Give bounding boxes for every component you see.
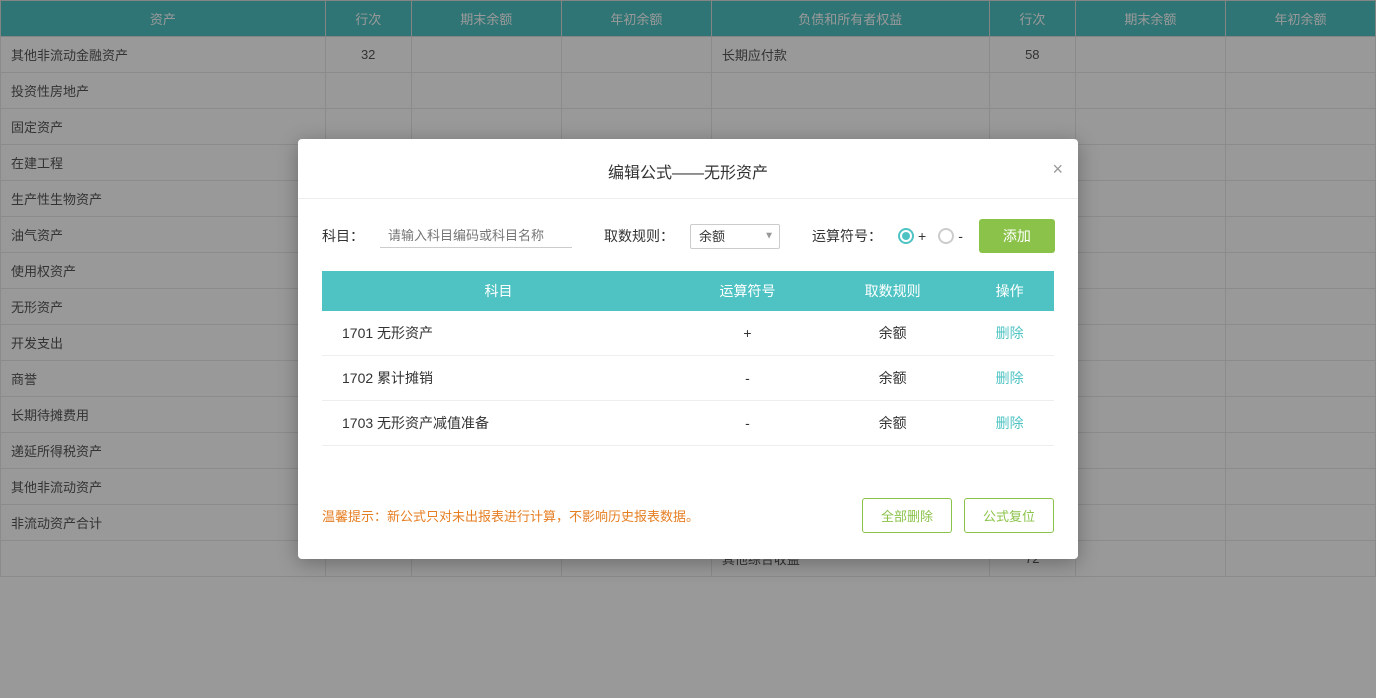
modal-body: 科目： 取数规则： 余额借方贷方借方发生额贷方发生额 ▼ 运算符号： + [298, 199, 1078, 482]
th-operator: 运算符号 [675, 271, 820, 311]
radio-plus-circle [898, 228, 914, 244]
table-row: 1703 无形资产减值准备-余额删除 [322, 401, 1054, 446]
edit-formula-modal: 编辑公式——无形资产 × 科目： 取数规则： 余额借方贷方借方发生额贷方发生额 … [298, 139, 1078, 559]
delete-link[interactable]: 删除 [996, 370, 1024, 386]
modal-overlay: 编辑公式——无形资产 × 科目： 取数规则： 余额借方贷方借方发生额贷方发生额 … [0, 0, 1376, 698]
operator-label: 运算符号： [812, 226, 882, 246]
operator-radio-group: + - [898, 228, 963, 244]
subject-label: 科目： [322, 226, 364, 246]
formula-table-head: 科目 运算符号 取数规则 操作 [322, 271, 1054, 311]
formula-table: 科目 运算符号 取数规则 操作 1701 无形资产+余额删除1702 累计摊销-… [322, 271, 1054, 446]
rule-select[interactable]: 余额借方贷方借方发生额贷方发生额 [690, 224, 780, 249]
radio-minus[interactable]: - [938, 228, 963, 244]
rule-select-wrapper: 余额借方贷方借方发生额贷方发生额 ▼ [690, 224, 780, 249]
radio-plus[interactable]: + [898, 228, 926, 244]
footer-tip: 温馨提示：新公式只对未出报表进行计算，不影响历史报表数据。 [322, 506, 699, 525]
radio-minus-label: - [958, 228, 963, 244]
form-row: 科目： 取数规则： 余额借方贷方借方发生额贷方发生额 ▼ 运算符号： + [322, 219, 1054, 253]
modal-title: 编辑公式——无形资产 [608, 165, 768, 182]
modal-close-button[interactable]: × [1052, 160, 1063, 178]
delete-all-button[interactable]: 全部删除 [862, 498, 952, 533]
delete-link[interactable]: 删除 [996, 415, 1024, 431]
reset-formula-button[interactable]: 公式复位 [964, 498, 1054, 533]
add-button[interactable]: 添加 [979, 219, 1055, 253]
formula-table-body: 1701 无形资产+余额删除1702 累计摊销-余额删除1703 无形资产减值准… [322, 311, 1054, 446]
table-row: 1701 无形资产+余额删除 [322, 311, 1054, 356]
footer-buttons: 全部删除 公式复位 [862, 498, 1054, 533]
th-rule: 取数规则 [820, 271, 965, 311]
formula-table-header-row: 科目 运算符号 取数规则 操作 [322, 271, 1054, 311]
radio-plus-label: + [918, 228, 926, 244]
radio-minus-circle [938, 228, 954, 244]
subject-input[interactable] [380, 224, 572, 248]
th-subject: 科目 [322, 271, 675, 311]
modal-footer: 温馨提示：新公式只对未出报表进行计算，不影响历史报表数据。 全部删除 公式复位 [298, 482, 1078, 553]
modal-header: 编辑公式——无形资产 × [298, 139, 1078, 199]
table-row: 1702 累计摊销-余额删除 [322, 356, 1054, 401]
rule-label: 取数规则： [604, 226, 674, 246]
delete-link[interactable]: 删除 [996, 325, 1024, 341]
th-action: 操作 [965, 271, 1054, 311]
